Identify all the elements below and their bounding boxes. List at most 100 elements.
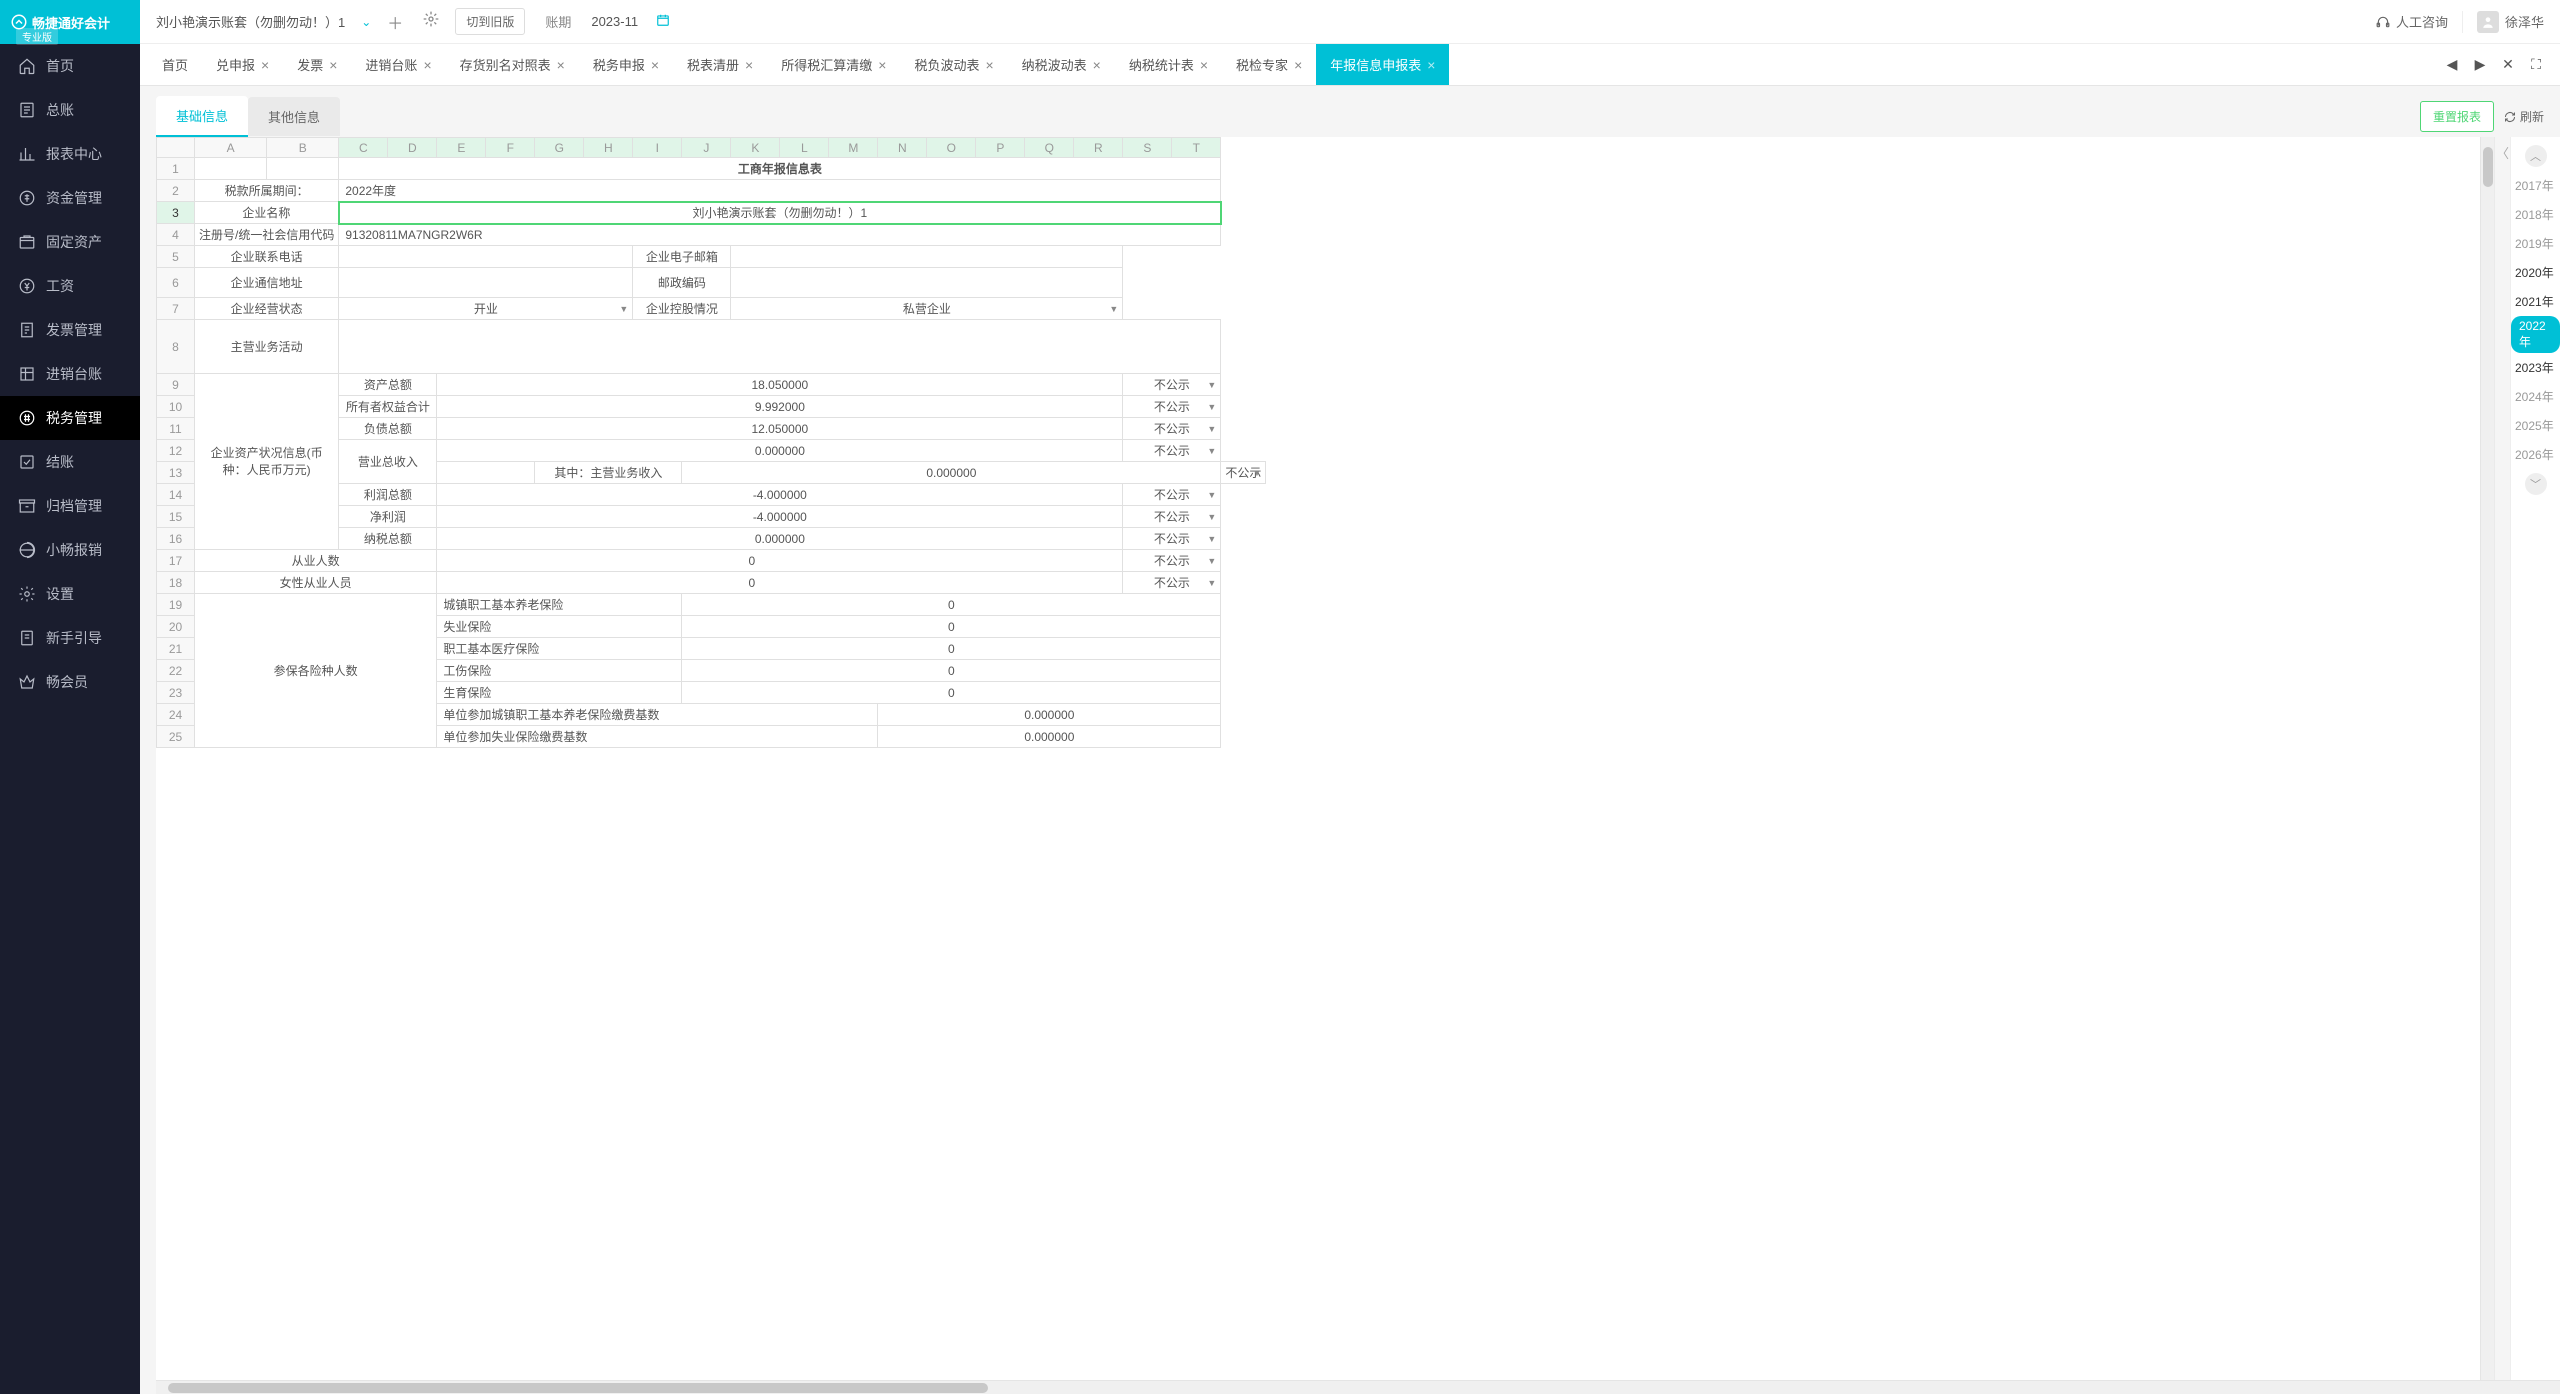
row-header-20[interactable]: 20 xyxy=(157,616,195,638)
tab-12[interactable]: 年报信息申报表× xyxy=(1316,44,1449,85)
sidebar-item-home[interactable]: 首页 xyxy=(0,44,140,88)
row-header-15[interactable]: 15 xyxy=(157,506,195,528)
tab-5[interactable]: 税务申报× xyxy=(579,44,673,85)
sidebar-item-tax[interactable]: 税务管理 xyxy=(0,396,140,440)
account-select[interactable]: 刘小艳演示账套（勿删勿动！）1 ⌄ xyxy=(156,12,371,31)
value-unemployment[interactable]: 0 xyxy=(682,616,1221,638)
spreadsheet[interactable]: ABCDEFGHIJKLMNOPQRST1工商年报信息表2税款所属期间：2022… xyxy=(156,137,2480,1380)
row-header-5[interactable]: 5 xyxy=(157,246,195,268)
value-total_assets[interactable]: 18.050000 xyxy=(437,374,1123,396)
tab-7[interactable]: 所得税汇算清缴× xyxy=(767,44,900,85)
year-2022年[interactable]: 2022年 xyxy=(2511,316,2560,353)
row-header-24[interactable]: 24 xyxy=(157,704,195,726)
value-tax_total[interactable]: 0.000000 xyxy=(437,528,1123,550)
col-header-N[interactable]: N xyxy=(878,138,927,158)
value-female-emp[interactable]: 0 xyxy=(437,572,1123,594)
row-header-16[interactable]: 16 xyxy=(157,528,195,550)
tab-4[interactable]: 存货别名对照表× xyxy=(446,44,579,85)
value-email[interactable] xyxy=(731,246,1123,268)
row-header-11[interactable]: 11 xyxy=(157,418,195,440)
col-header-O[interactable]: O xyxy=(927,138,976,158)
fullscreen-button[interactable]: ⛶ xyxy=(2524,53,2548,77)
col-header-T[interactable]: T xyxy=(1172,138,1221,158)
value-address[interactable] xyxy=(339,268,633,298)
disclose-select[interactable]: 不公示▼ xyxy=(1123,528,1221,550)
col-header-P[interactable]: P xyxy=(976,138,1025,158)
sidebar-item-asset[interactable]: 固定资产 xyxy=(0,220,140,264)
value-op-income[interactable]: 0.000000 xyxy=(437,440,1123,462)
sidebar-item-money[interactable]: 资金管理 xyxy=(0,176,140,220)
tab-basic-info[interactable]: 基础信息 xyxy=(156,96,248,137)
disclose-select[interactable]: 不公示▼ xyxy=(1123,484,1221,506)
sidebar-item-salary[interactable]: 工资 xyxy=(0,264,140,308)
row-header-22[interactable]: 22 xyxy=(157,660,195,682)
row-header-25[interactable]: 25 xyxy=(157,726,195,748)
year-down-button[interactable]: ﹀ xyxy=(2525,473,2547,495)
sidebar-item-archive[interactable]: 归档管理 xyxy=(0,484,140,528)
row-header-17[interactable]: 17 xyxy=(157,550,195,572)
close-icon[interactable]: × xyxy=(985,57,993,73)
year-2020年[interactable]: 2020年 xyxy=(2511,258,2560,287)
close-icon[interactable]: × xyxy=(1093,57,1101,73)
disclose-select[interactable]: 不公示▼ xyxy=(1123,506,1221,528)
col-header-E[interactable]: E xyxy=(437,138,486,158)
disclose-select[interactable]: 不公示▼ xyxy=(1123,396,1221,418)
year-up-button[interactable]: ︿ xyxy=(2525,145,2547,167)
disclose-select[interactable]: 不公示▼ xyxy=(1123,440,1221,462)
sidebar-item-invoice[interactable]: 发票管理 xyxy=(0,308,140,352)
row-header-8[interactable]: 8 xyxy=(157,320,195,374)
value-main-income[interactable]: 0.000000 xyxy=(682,462,1221,484)
scrollbar-thumb[interactable] xyxy=(2483,147,2493,187)
collapse-year-panel-button[interactable]: 〈 xyxy=(2494,137,2510,1380)
consult-button[interactable]: 人工咨询 xyxy=(2376,12,2448,31)
value-injury[interactable]: 0 xyxy=(682,660,1221,682)
year-2023年[interactable]: 2023年 xyxy=(2511,353,2560,382)
value-owner_equity[interactable]: 9.992000 xyxy=(437,396,1123,418)
col-header-B[interactable]: B xyxy=(267,138,339,158)
row-header-18[interactable]: 18 xyxy=(157,572,195,594)
close-icon[interactable]: × xyxy=(1427,57,1435,73)
hscroll-thumb[interactable] xyxy=(168,1383,988,1393)
row-header-6[interactable]: 6 xyxy=(157,268,195,298)
row-header-2[interactable]: 2 xyxy=(157,180,195,202)
col-header-G[interactable]: G xyxy=(535,138,584,158)
value-total_profit[interactable]: -4.000000 xyxy=(437,484,1123,506)
col-header-J[interactable]: J xyxy=(682,138,731,158)
row-header-14[interactable]: 14 xyxy=(157,484,195,506)
col-header-L[interactable]: L xyxy=(780,138,829,158)
tab-3[interactable]: 进销台账× xyxy=(351,44,445,85)
col-header-D[interactable]: D xyxy=(388,138,437,158)
value-company-name[interactable]: 刘小艳演示账套（勿删勿动！）1 xyxy=(339,202,1221,224)
col-header-I[interactable]: I xyxy=(633,138,682,158)
col-header-M[interactable]: M xyxy=(829,138,878,158)
value-reg-code[interactable]: 91320811MA7NGR2W6R xyxy=(339,224,1221,246)
year-2021年[interactable]: 2021年 xyxy=(2511,287,2560,316)
close-icon[interactable]: × xyxy=(557,57,565,73)
value-pension[interactable]: 0 xyxy=(682,594,1221,616)
row-header-9[interactable]: 9 xyxy=(157,374,195,396)
tab-prev-button[interactable]: ◀ xyxy=(2440,53,2464,77)
disclose-select[interactable]: 不公示▼ xyxy=(1123,418,1221,440)
value-main-biz[interactable] xyxy=(339,320,1221,374)
tab-next-button[interactable]: ▶ xyxy=(2468,53,2492,77)
close-icon[interactable]: × xyxy=(261,57,269,73)
col-header-A[interactable]: A xyxy=(195,138,267,158)
col-header-K[interactable]: K xyxy=(731,138,780,158)
row-header-23[interactable]: 23 xyxy=(157,682,195,704)
sidebar-item-chart[interactable]: 报表中心 xyxy=(0,132,140,176)
row-header-10[interactable]: 10 xyxy=(157,396,195,418)
value-total_liab[interactable]: 12.050000 xyxy=(437,418,1123,440)
disclose-select[interactable]: 不公示▼ xyxy=(1123,572,1221,594)
value-pension-base[interactable]: 0.000000 xyxy=(878,704,1221,726)
row-header-12[interactable]: 12 xyxy=(157,440,195,462)
vertical-scrollbar[interactable] xyxy=(2480,137,2494,1380)
close-icon[interactable]: × xyxy=(878,57,886,73)
tab-1[interactable]: 兑申报× xyxy=(202,44,283,85)
account-settings-button[interactable] xyxy=(419,7,443,36)
col-header-H[interactable]: H xyxy=(584,138,633,158)
col-header-Q[interactable]: Q xyxy=(1025,138,1074,158)
row-header-4[interactable]: 4 xyxy=(157,224,195,246)
row-header-13[interactable]: 13 xyxy=(157,462,195,484)
row-header-19[interactable]: 19 xyxy=(157,594,195,616)
value-net_profit[interactable]: -4.000000 xyxy=(437,506,1123,528)
